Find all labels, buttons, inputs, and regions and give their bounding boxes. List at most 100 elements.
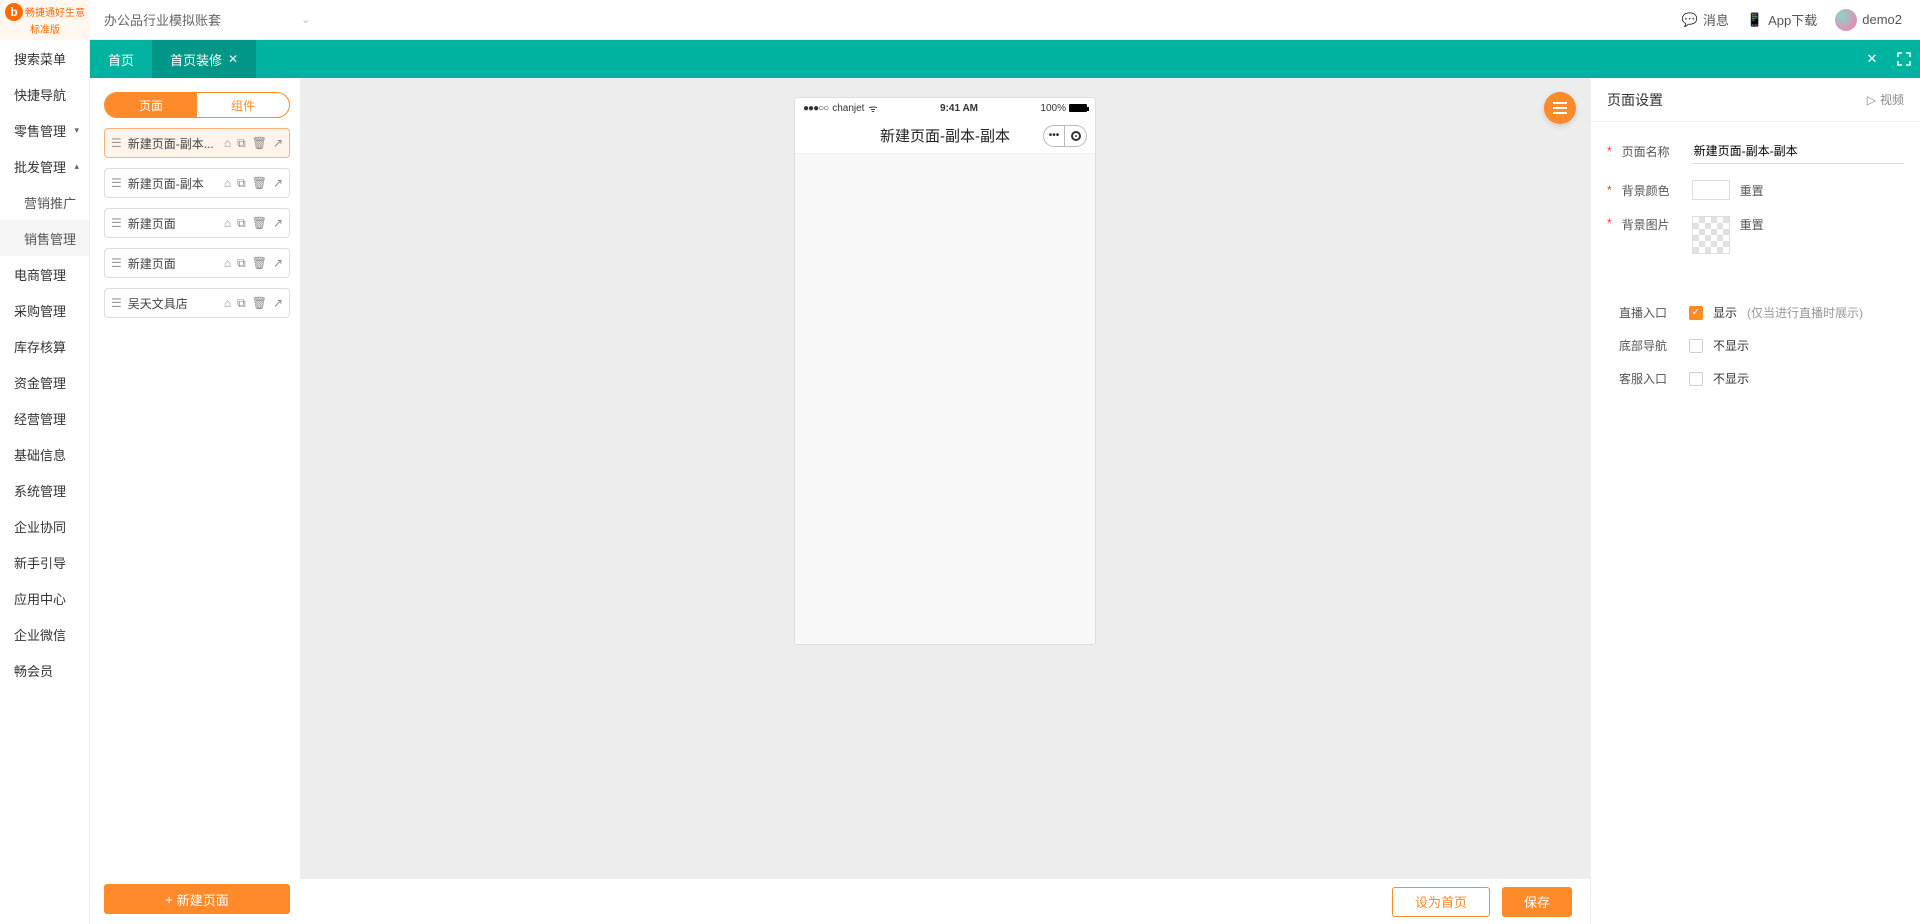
sidebar-item-ecommerce[interactable]: 电商管理 bbox=[0, 256, 89, 292]
drag-icon[interactable]: ☰ bbox=[111, 136, 122, 150]
page-row[interactable]: ☰ 新建页面 ⌂ ⧉ 🗑 ↗ bbox=[104, 208, 290, 238]
delete-icon[interactable]: 🗑 bbox=[252, 216, 267, 230]
sidebar-item-system[interactable]: 系统管理 bbox=[0, 472, 89, 508]
new-page-button[interactable]: + 新建页面 bbox=[104, 884, 290, 914]
brand-logo[interactable]: b 畅捷通好生意 标准版 bbox=[0, 0, 90, 40]
sidebar-item-basicinfo[interactable]: 基础信息 bbox=[0, 436, 89, 472]
row-live-entry: 直播入口 ✓ 显示 (仅当进行直播时展示) bbox=[1607, 304, 1904, 321]
miniprogram-capsule: ••• bbox=[1043, 125, 1087, 147]
sidebar-item-operation[interactable]: 经营管理 bbox=[0, 400, 89, 436]
checkbox-bottom-nav[interactable] bbox=[1689, 339, 1703, 353]
drag-icon[interactable]: ☰ bbox=[111, 256, 122, 270]
new-page-label: 新建页面 bbox=[177, 890, 229, 909]
sidebar-item-marketing[interactable]: 营销推广 bbox=[0, 184, 89, 220]
sidebar-item-finance[interactable]: 资金管理 bbox=[0, 364, 89, 400]
checkbox-live-show[interactable]: ✓ bbox=[1689, 306, 1703, 320]
sidebar-item-appcenter[interactable]: 应用中心 bbox=[0, 580, 89, 616]
avatar bbox=[1835, 9, 1857, 31]
home-icon[interactable]: ⌂ bbox=[224, 296, 231, 310]
battery-pct: 100% bbox=[1040, 103, 1066, 114]
bg-image-swatch[interactable] bbox=[1692, 216, 1730, 254]
page-row[interactable]: ☰ 新建页面-副本... ⌂ ⧉ 🗑 ↗ bbox=[104, 128, 290, 158]
page-row[interactable]: ☰ 新建页面-副本 ⌂ ⧉ 🗑 ↗ bbox=[104, 168, 290, 198]
drag-icon[interactable]: ☰ bbox=[111, 296, 122, 310]
carrier: chanjet bbox=[832, 103, 864, 114]
play-icon: ▷ bbox=[1867, 93, 1876, 107]
fullscreen-button[interactable] bbox=[1888, 40, 1920, 78]
bottom-nav-notshow: 不显示 bbox=[1713, 337, 1749, 354]
set-home-button[interactable]: 设为首页 bbox=[1392, 887, 1490, 917]
share-icon[interactable]: ↗ bbox=[273, 176, 283, 190]
canvas[interactable]: ●●●○○ chanjet ᯤ 9:41 AM 100% 新建页面-副本-副本 … bbox=[300, 78, 1590, 924]
sidebar-item-collab[interactable]: 企业协同 bbox=[0, 508, 89, 544]
settings-body: * 页面名称 * 背景颜色 重置 * 背景图片 重置 直播入口 ✓ 显示 bbox=[1591, 122, 1920, 403]
live-show-label: 显示 bbox=[1713, 304, 1737, 321]
settings-panel: 页面设置 ▷ 视频 * 页面名称 * 背景颜色 重置 * 背景图片 bbox=[1590, 78, 1920, 924]
save-button[interactable]: 保存 bbox=[1502, 887, 1572, 917]
target-icon[interactable] bbox=[1065, 125, 1087, 147]
drag-icon[interactable]: ☰ bbox=[111, 216, 122, 230]
checkbox-cs-entry[interactable] bbox=[1689, 372, 1703, 386]
home-icon[interactable]: ⌂ bbox=[224, 216, 231, 230]
sidebar-item-quicknav[interactable]: 快捷导航 bbox=[0, 76, 89, 112]
sidebar-item-retail[interactable]: 零售管理 bbox=[0, 112, 89, 148]
drag-icon[interactable]: ☰ bbox=[111, 176, 122, 190]
sidebar-item-member[interactable]: 畅会员 bbox=[0, 652, 89, 688]
sidebar-item-wholesale[interactable]: 批发管理 bbox=[0, 148, 89, 184]
reset-bg-image[interactable]: 重置 bbox=[1740, 216, 1764, 233]
sidebar-item-inventory[interactable]: 库存核算 bbox=[0, 328, 89, 364]
sidebar-item-search[interactable]: 搜索菜单 bbox=[0, 40, 89, 76]
user-menu[interactable]: demo2 bbox=[1835, 9, 1902, 31]
reset-bg-color[interactable]: 重置 bbox=[1740, 182, 1764, 199]
copy-icon[interactable]: ⧉ bbox=[237, 216, 246, 231]
copy-icon[interactable]: ⧉ bbox=[237, 256, 246, 271]
sidebar-item-wecom[interactable]: 企业微信 bbox=[0, 616, 89, 652]
menu-icon bbox=[1553, 102, 1567, 114]
more-icon[interactable]: ••• bbox=[1043, 125, 1065, 147]
copy-icon[interactable]: ⧉ bbox=[237, 176, 246, 191]
delete-icon[interactable]: 🗑 bbox=[252, 256, 267, 270]
tab-page-design-label: 首页装修 bbox=[170, 50, 222, 69]
page-name: 新建页面-副本... bbox=[128, 135, 218, 152]
username: demo2 bbox=[1862, 12, 1902, 27]
home-icon[interactable]: ⌂ bbox=[224, 256, 231, 270]
sidebar-item-sales[interactable]: 销售管理 bbox=[0, 220, 89, 256]
phone-body[interactable] bbox=[795, 154, 1095, 644]
video-help-button[interactable]: ▷ 视频 bbox=[1867, 91, 1904, 108]
share-icon[interactable]: ↗ bbox=[273, 216, 283, 230]
label-bottom-nav: 底部导航 bbox=[1619, 337, 1679, 354]
segment-pages[interactable]: 页面 bbox=[105, 93, 197, 117]
app-download-button[interactable]: 📱 App下载 bbox=[1747, 10, 1817, 29]
page-row[interactable]: ☰ 新建页面 ⌂ ⧉ 🗑 ↗ bbox=[104, 248, 290, 278]
tab-page-design[interactable]: 首页装修 ✕ bbox=[152, 40, 256, 78]
share-icon[interactable]: ↗ bbox=[273, 256, 283, 270]
messages-button[interactable]: 💬 消息 bbox=[1682, 10, 1729, 29]
topbar-right: 💬 消息 📱 App下载 demo2 bbox=[1682, 9, 1920, 31]
share-icon[interactable]: ↗ bbox=[273, 136, 283, 150]
copy-icon[interactable]: ⧉ bbox=[237, 136, 246, 151]
main: 页面 组件 ☰ 新建页面-副本... ⌂ ⧉ 🗑 ↗ ☰ 新建页面-副本 ⌂ ⧉… bbox=[90, 78, 1920, 924]
required-mark: * bbox=[1607, 144, 1612, 158]
delete-icon[interactable]: 🗑 bbox=[252, 296, 267, 310]
page-name-input[interactable] bbox=[1692, 138, 1904, 164]
bg-color-swatch[interactable] bbox=[1692, 180, 1730, 200]
share-icon[interactable]: ↗ bbox=[273, 296, 283, 310]
segment-components[interactable]: 组件 bbox=[197, 93, 289, 117]
close-icon[interactable]: ✕ bbox=[228, 52, 238, 66]
phone-time: 9:41 AM bbox=[878, 103, 1041, 114]
account-select[interactable]: 办公品行业模拟账套 ⌄ bbox=[104, 10, 310, 29]
sidebar-item-newbie[interactable]: 新手引导 bbox=[0, 544, 89, 580]
sidebar-item-purchase[interactable]: 采购管理 bbox=[0, 292, 89, 328]
page-name: 新建页面 bbox=[128, 215, 218, 232]
delete-icon[interactable]: 🗑 bbox=[252, 176, 267, 190]
toggle-panels-button[interactable] bbox=[1544, 92, 1576, 124]
home-icon[interactable]: ⌂ bbox=[224, 176, 231, 190]
label-cs-entry: 客服入口 bbox=[1619, 370, 1679, 387]
tabstrip-close-button[interactable]: ✕ bbox=[1856, 40, 1888, 78]
page-row[interactable]: ☰ 吴天文具店 ⌂ ⧉ 🗑 ↗ bbox=[104, 288, 290, 318]
home-icon[interactable]: ⌂ bbox=[224, 136, 231, 150]
copy-icon[interactable]: ⧉ bbox=[237, 296, 246, 311]
delete-icon[interactable]: 🗑 bbox=[252, 136, 267, 150]
tab-home[interactable]: 首页 bbox=[90, 40, 152, 78]
wifi-icon: ᯤ bbox=[868, 101, 877, 115]
